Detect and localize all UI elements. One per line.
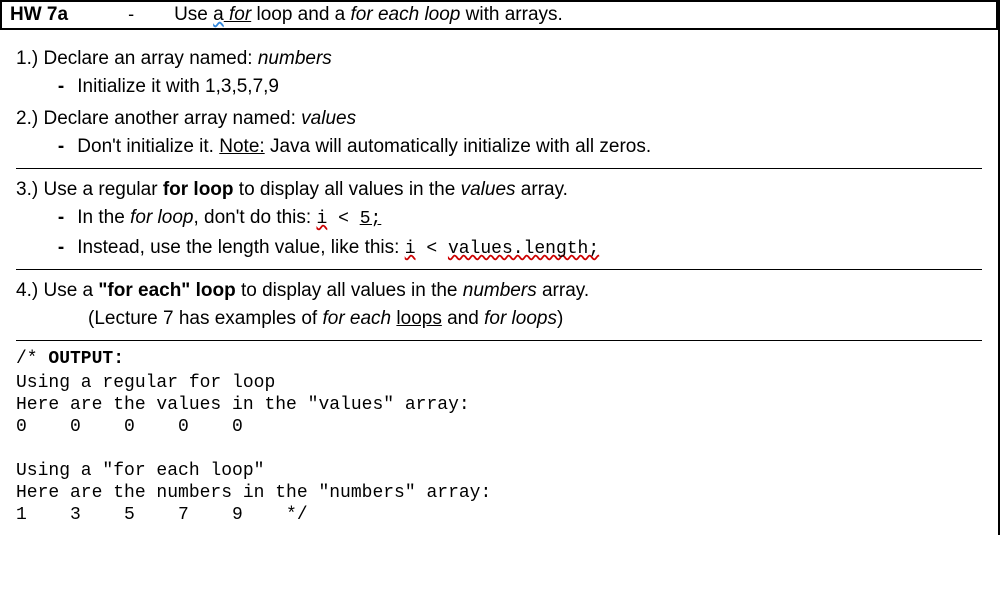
header-text: Use a for loop and a for each loop with …: [174, 4, 563, 26]
q3-sub1: - In the for loop, don't do this: i < 5;: [50, 207, 982, 229]
output-l6: 1 3 5 7 9 */: [16, 505, 998, 525]
q1-text: Declare an array named:: [38, 48, 258, 69]
q4-line2: (Lecture 7 has examples of for each loop…: [88, 308, 982, 330]
page: HW 7a - Use a for loop and a for each lo…: [0, 0, 1000, 535]
q3-forloop: for loop: [163, 179, 234, 200]
output-l5: Here are the numbers in the "numbers" ar…: [16, 483, 998, 503]
q2: 2.) Declare another array named: values: [16, 108, 982, 130]
output-l1: Using a regular for loop: [16, 373, 998, 393]
q3-s1-mid: , don't do this:: [193, 207, 316, 228]
header-and: and a: [292, 4, 350, 25]
q1-bullet: -: [50, 76, 72, 98]
q4-l2-loops: loops: [396, 308, 441, 329]
header-post: with arrays.: [460, 4, 562, 25]
output-l2: Here are the values in the "values" arra…: [16, 395, 998, 415]
q2-note-rest: Java will automatically initialize with …: [265, 136, 651, 157]
q3-s2-lt: <: [416, 239, 448, 259]
q4-foreach: "for each" loop: [98, 280, 235, 301]
q1-num: 1.): [16, 48, 38, 69]
separator-3: [16, 340, 982, 341]
q1: 1.) Declare an array named: numbers: [16, 48, 982, 70]
q2-note-label: Note:: [219, 136, 264, 157]
q4-post: to display all values in the: [236, 280, 463, 301]
q2-sub1: Don't initialize it.: [72, 136, 219, 157]
header-pre: Use: [174, 4, 213, 25]
q3-s2-bullet: -: [50, 237, 72, 259]
q2-arr: values: [301, 108, 356, 129]
q2-sub: - Don't initialize it. Note: Java will a…: [50, 136, 982, 158]
q3-s1-forloop: for loop: [130, 207, 193, 228]
q3-pre: Use a regular: [38, 179, 163, 200]
q3-arr: values: [461, 179, 516, 200]
q2-bullet: -: [50, 136, 72, 158]
separator-1: [16, 168, 982, 169]
q4-l2-fl: for loops: [484, 308, 557, 329]
q3-s2-i: i: [405, 239, 416, 259]
q3-tail: array.: [516, 179, 568, 200]
header-box: HW 7a - Use a for loop and a for each lo…: [0, 0, 998, 30]
q3-s2-vl: values.length;: [448, 239, 599, 259]
q3-s1-lt: <: [327, 209, 359, 229]
q4-l2-close: ): [557, 308, 563, 329]
output-label: OUTPUT:: [48, 349, 124, 369]
separator-2: [16, 269, 982, 270]
q3-num: 3.): [16, 179, 38, 200]
header-loop1: loop: [251, 4, 292, 25]
q3-post: to display all values in the: [234, 179, 461, 200]
q4-l2-and: and: [442, 308, 484, 329]
q1-sub-text: Initialize it with 1,3,5,7,9: [72, 76, 279, 97]
q2-num: 2.): [16, 108, 38, 129]
header-a: a: [213, 4, 224, 25]
q3-sub2: - Instead, use the length value, like th…: [50, 237, 982, 259]
q3-s2-pre: Instead, use the length value, like this…: [72, 237, 405, 258]
output-title: /* OUTPUT:: [16, 349, 998, 369]
q3-s1-five: 5;: [360, 209, 382, 229]
hw-label: HW 7a: [10, 4, 68, 26]
header-for-underline: for: [224, 4, 251, 25]
q4-l2-pre: (Lecture 7 has examples of: [88, 308, 322, 329]
q1-arr: numbers: [258, 48, 332, 69]
q3-s1-pre: In the: [72, 207, 130, 228]
q1-sub: - Initialize it with 1,3,5,7,9: [50, 76, 982, 98]
q2-text: Declare another array named:: [38, 108, 301, 129]
header-foreach: for each loop: [351, 4, 461, 25]
q4: 4.) Use a "for each" loop to display all…: [16, 280, 982, 302]
q4-tail: array.: [537, 280, 589, 301]
q4-arr: numbers: [463, 280, 537, 301]
q4-pre: Use a: [38, 280, 98, 301]
q4-num: 4.): [16, 280, 38, 301]
header-dash: -: [128, 4, 134, 25]
q3-s1-i: i: [316, 209, 327, 229]
output-blank: [16, 439, 998, 459]
output-l4: Using a "for each loop": [16, 461, 998, 481]
q3: 3.) Use a regular for loop to display al…: [16, 179, 982, 201]
output-comment-open: /*: [16, 349, 48, 369]
q3-s1-bullet: -: [50, 207, 72, 229]
q4-l2-fe: for each: [322, 308, 396, 329]
content: 1.) Declare an array named: numbers - In…: [0, 30, 998, 341]
output-l3: 0 0 0 0 0: [16, 417, 998, 437]
